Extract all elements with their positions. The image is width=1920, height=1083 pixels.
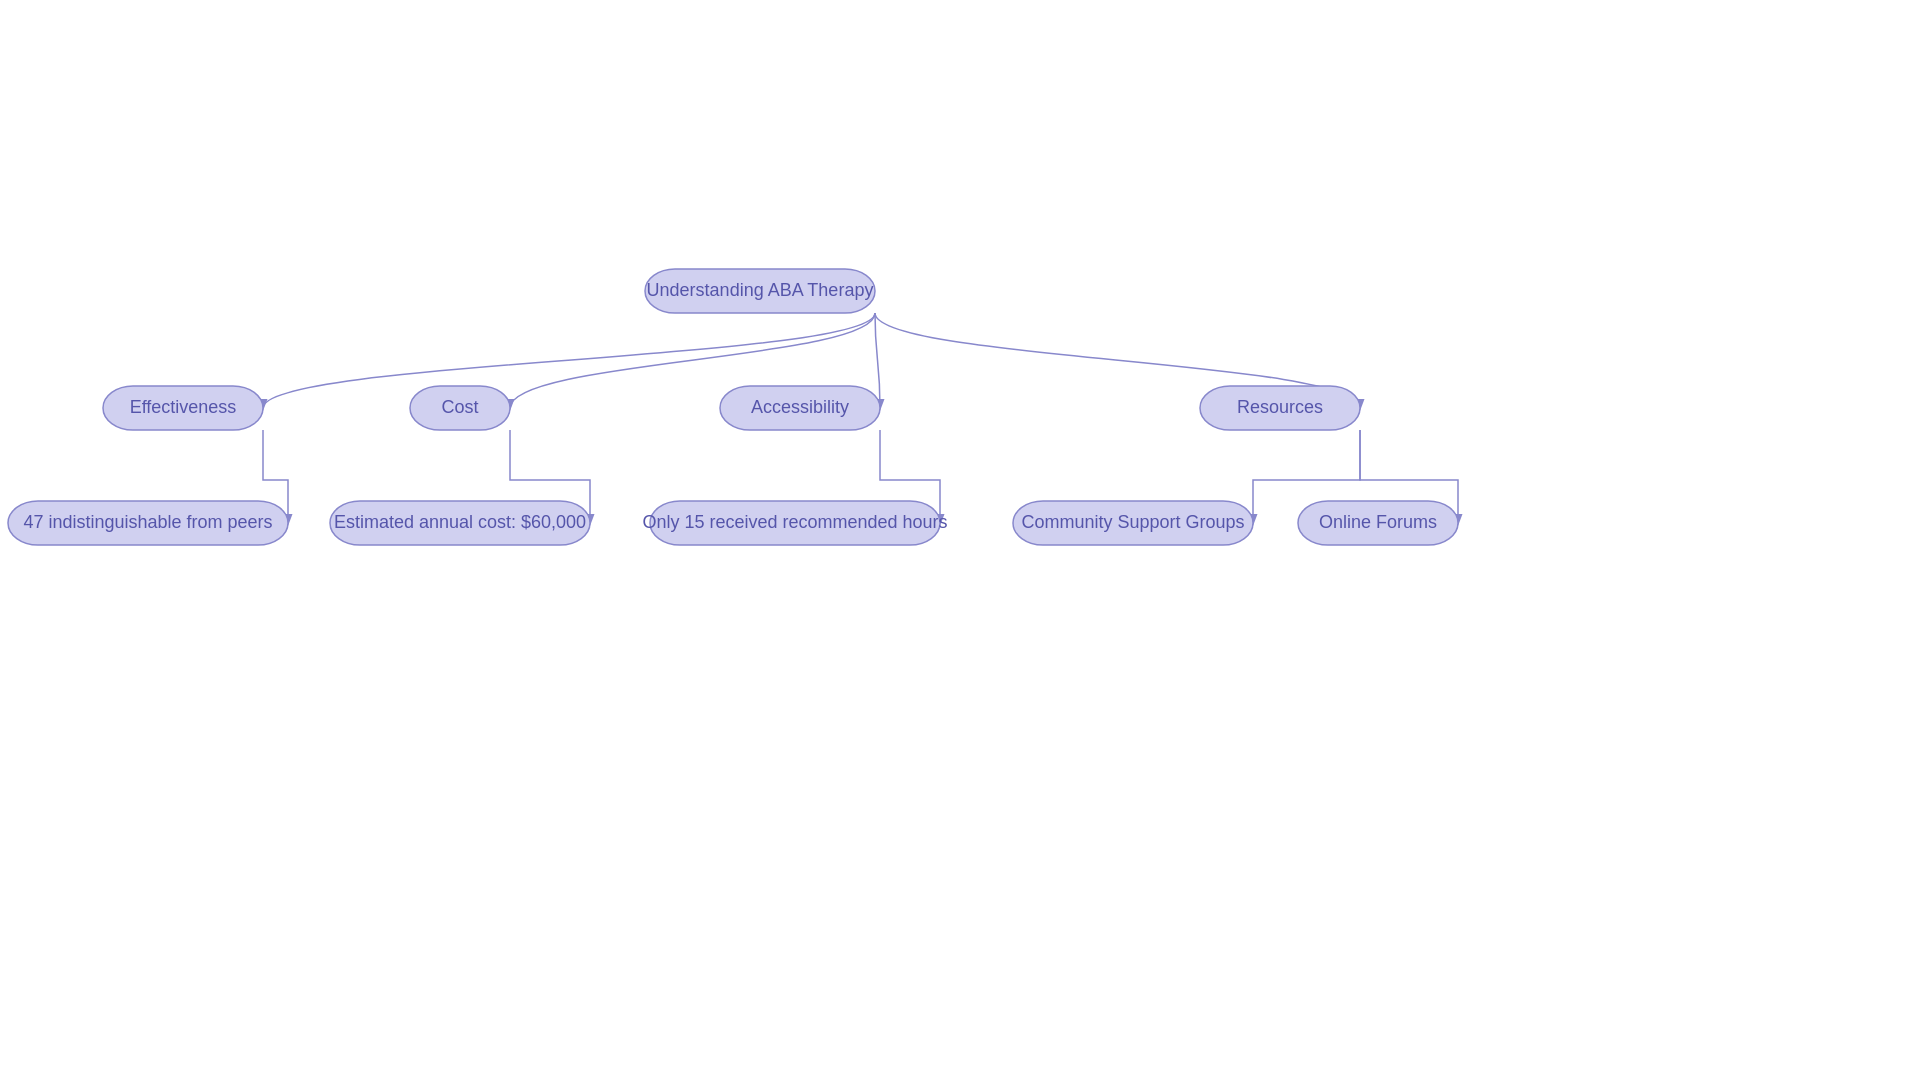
peers-label: 47 indistinguishable from peers bbox=[23, 512, 272, 532]
hours-label: Only 15 received recommended hours bbox=[642, 512, 947, 532]
forums-label: Online Forums bbox=[1319, 512, 1437, 532]
cost-label: Cost bbox=[441, 397, 478, 417]
accessibility-label: Accessibility bbox=[751, 397, 849, 417]
community-label: Community Support Groups bbox=[1021, 512, 1244, 532]
annual-cost-label: Estimated annual cost: $60,000 bbox=[334, 512, 586, 532]
root-label: Understanding ABA Therapy bbox=[647, 280, 874, 300]
effectiveness-label: Effectiveness bbox=[130, 397, 237, 417]
resources-label: Resources bbox=[1237, 397, 1323, 417]
